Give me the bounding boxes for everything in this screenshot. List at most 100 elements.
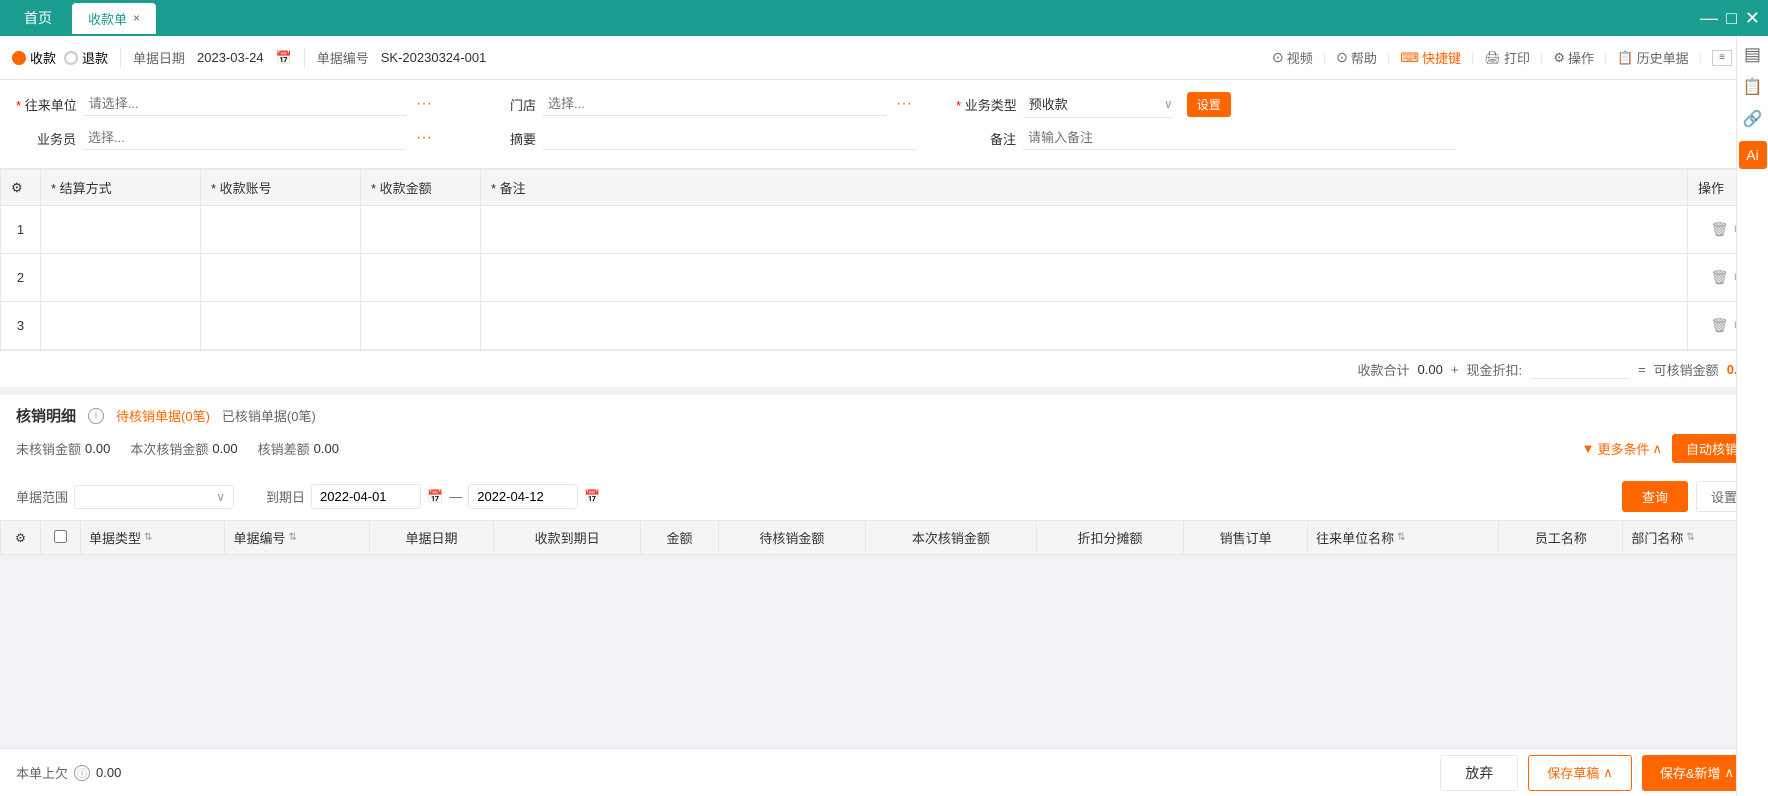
bill-no-label: 单据编号 <box>317 48 369 67</box>
net-label: 可核销金额 <box>1654 360 1719 379</box>
query-btn[interactable]: 查询 <box>1622 481 1688 512</box>
right-sidebar: ▤ 📋 🔗 Ai <box>1736 36 1768 796</box>
footer-info-icon[interactable]: ⓘ <box>74 765 90 781</box>
history-icon: 📋 <box>1617 50 1633 66</box>
equals-sign: = <box>1638 362 1646 377</box>
date-to-input[interactable] <box>468 484 578 509</box>
staff-label: 业务员 <box>16 129 76 148</box>
recon-stats: 未核销金额 0.00 本次核销金额 0.00 核销差额 0.00 ▼ 更多条件 … <box>16 434 1752 463</box>
sidebar-link-icon[interactable]: 🔗 <box>1743 109 1763 129</box>
bottom-table-header: ⚙ 单据类型⇅ 单据编号⇅ 单据日期 收款到期日 金额 <box>1 521 1768 555</box>
more-conditions-btn[interactable]: ▼ 更多条件 ∧ <box>1582 439 1662 458</box>
radio-refund[interactable]: 退款 <box>64 48 108 67</box>
form-area: * 往来单位 ··· 门店 ··· * 业务类型 预收款 ∨ 设置 <box>0 80 1768 169</box>
row-account-2[interactable] <box>201 254 361 302</box>
row-account-3[interactable] <box>201 302 361 350</box>
save-draft-btn[interactable]: 保存草稿 ∧ <box>1528 755 1632 791</box>
row-delete-icon-2[interactable]: 🗑 <box>1711 269 1729 286</box>
row-index-3: 3 <box>1 302 41 350</box>
total-value: 0.00 <box>1418 362 1443 377</box>
col-amount: 金额 <box>641 521 718 555</box>
staff-more-btn[interactable]: ··· <box>412 129 436 147</box>
row-delete-icon-1[interactable]: 🗑 <box>1711 221 1729 238</box>
col-amount-header: * 收款金额 <box>361 170 481 206</box>
row-settlement-1[interactable] <box>41 206 201 254</box>
shortcut-btn[interactable]: ⌨ 快捷键 <box>1400 48 1461 67</box>
sidebar-table-icon[interactable]: ▤ <box>1744 44 1761 65</box>
tab-home[interactable]: 首页 <box>8 2 68 34</box>
row-remark-1[interactable] <box>481 206 1688 254</box>
sidebar-edit-icon[interactable]: Ai <box>1739 141 1767 169</box>
calendar-to-icon[interactable]: 📅 <box>584 489 600 505</box>
row-index-2: 2 <box>1 254 41 302</box>
col-doc-no: 单据编号⇅ <box>225 521 369 555</box>
store-field: 门店 ··· <box>476 92 916 116</box>
diff-stat: 核销差额 0.00 <box>258 439 339 458</box>
form-row-1: * 往来单位 ··· 门店 ··· * 业务类型 预收款 ∨ 设置 <box>16 90 1752 118</box>
footer-left: 本单上欠 ⓘ 0.00 <box>16 763 121 782</box>
row-remark-2[interactable] <box>481 254 1688 302</box>
radio-receive[interactable]: 收款 <box>12 48 56 67</box>
row-amount-3[interactable] <box>361 302 481 350</box>
window-close-icon[interactable]: ✕ <box>1745 8 1760 29</box>
calendar-from-icon[interactable]: 📅 <box>427 489 443 505</box>
row-account-1[interactable] <box>201 206 361 254</box>
video-btn[interactable]: ⊙ 视频 <box>1272 48 1313 67</box>
date-from-input[interactable] <box>311 484 421 509</box>
range-arrow-icon: ∨ <box>216 490 225 504</box>
col-pending-recon: 待核销金额 <box>718 521 865 555</box>
total-label: 收款合计 <box>1358 360 1410 379</box>
bottom-table: ⚙ 单据类型⇅ 单据编号⇅ 单据日期 收款到期日 金额 <box>0 520 1768 555</box>
recon-title: 核销明细 <box>16 405 76 426</box>
row-remark-3[interactable] <box>481 302 1688 350</box>
col-sales-order: 销售订单 <box>1184 521 1308 555</box>
remark-input[interactable] <box>1022 126 1456 150</box>
recon-info-icon[interactable]: i <box>88 408 104 424</box>
row-settlement-2[interactable] <box>41 254 201 302</box>
staff-input[interactable] <box>82 126 406 150</box>
col-doc-type: 单据类型⇅ <box>81 521 225 555</box>
range-dropdown[interactable]: ∨ <box>74 485 234 509</box>
filter-icon: ▼ <box>1582 441 1595 456</box>
col-settings-bottom[interactable]: ⚙ <box>1 521 41 555</box>
select-all-checkbox[interactable] <box>54 530 67 543</box>
sidebar-doc-icon[interactable]: 📋 <box>1743 77 1763 97</box>
print-btn[interactable]: 🖨 打印 <box>1484 48 1530 67</box>
footer: 本单上欠 ⓘ 0.00 放弃 保存草稿 ∧ 保存&新增 ∧ <box>0 748 1768 796</box>
col-due-date: 收款到期日 <box>493 521 640 555</box>
tab-close-icon[interactable]: × <box>133 11 140 25</box>
window-min-icon[interactable]: — <box>1700 8 1718 29</box>
discount-input[interactable] <box>1530 359 1630 379</box>
row-delete-icon-3[interactable]: 🗑 <box>1711 317 1729 334</box>
counterpart-more-btn[interactable]: ··· <box>412 95 436 113</box>
operation-btn[interactable]: ⚙ 操作 <box>1553 48 1594 67</box>
store-more-btn[interactable]: ··· <box>892 95 916 113</box>
col-settings-header[interactable]: ⚙ <box>1 170 41 206</box>
window-max-icon[interactable]: □ <box>1726 8 1737 29</box>
bill-no-value: SK-20230324-001 <box>381 50 487 65</box>
per-bill-label: 本单上欠 <box>16 763 68 782</box>
counterpart-input[interactable] <box>83 92 406 116</box>
tab-bar: 首页 收款单 × — □ ✕ <box>0 0 1768 36</box>
row-amount-2[interactable] <box>361 254 481 302</box>
calendar-icon[interactable]: 📅 <box>276 50 292 66</box>
table-header-row: ⚙ * 结算方式 * 收款账号 * 收款金额 * 备注 操作 <box>1 170 1768 206</box>
sort-icon-doctype: ⇅ <box>144 532 152 543</box>
pending-tab[interactable]: 待核销单据(0笔) <box>116 406 210 425</box>
settings-button[interactable]: 设置 <box>1187 92 1231 117</box>
abandon-btn[interactable]: 放弃 <box>1440 755 1518 791</box>
store-input[interactable] <box>542 92 886 116</box>
biz-type-dropdown[interactable]: 预收款 ∨ <box>1023 90 1173 118</box>
layout-list-icon[interactable]: ≡ <box>1712 50 1732 66</box>
help-btn[interactable]: ⊙ 帮助 <box>1336 48 1377 67</box>
save-new-label: 保存&新增 <box>1660 763 1721 782</box>
row-settlement-3[interactable] <box>41 302 201 350</box>
summary-input[interactable] <box>542 126 916 150</box>
col-checkbox[interactable] <box>41 521 81 555</box>
done-tab[interactable]: 已核销单据(0笔) <box>222 406 316 425</box>
row-amount-1[interactable] <box>361 206 481 254</box>
history-btn[interactable]: 📋 历史单据 <box>1617 48 1688 67</box>
staff-field: 业务员 ··· <box>16 126 436 150</box>
recon-search-row: 单据范围 ∨ 到期日 📅 — 📅 查询 设置 <box>16 473 1752 520</box>
tab-active[interactable]: 收款单 × <box>72 3 156 34</box>
